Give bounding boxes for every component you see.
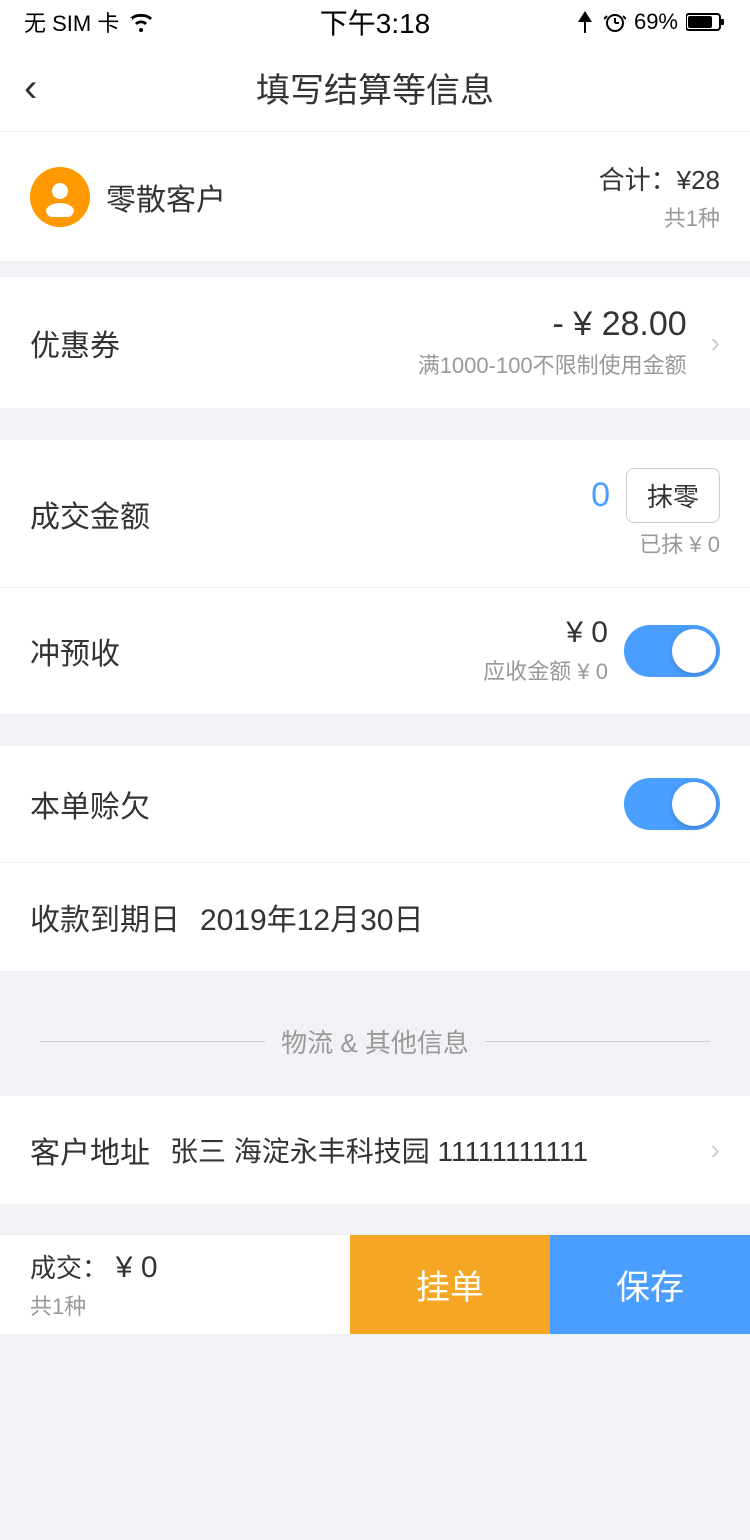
- due-date-label: 收款到期日: [30, 895, 180, 939]
- customer-left: 零散客户: [30, 167, 226, 227]
- due-date-row: 收款到期日 2019年12月30日: [0, 862, 750, 971]
- address-card: 客户地址 张三 海淀永丰科技园 11111111111 ›: [0, 1096, 750, 1204]
- coupon-row[interactable]: 优惠券 - ¥ 28.00 满1000-100不限制使用金额 ›: [0, 277, 750, 408]
- coupon-chevron-icon: ›: [711, 327, 720, 359]
- separator-2: [0, 730, 750, 746]
- coupon-desc: 满1000-100不限制使用金额: [418, 348, 687, 380]
- customer-name: 零散客户: [106, 175, 226, 219]
- customer-right: 合计：¥28 共1种: [599, 160, 720, 233]
- prepayment-sub: 应收金额 ¥ 0: [483, 654, 608, 686]
- coupon-discount: - ¥ 28.00: [418, 305, 687, 344]
- deal-amount-controls: 0 抹零: [591, 468, 720, 523]
- deal-sub: 已抹 ¥ 0: [591, 527, 720, 559]
- alarm-icon: [604, 11, 626, 33]
- deal-amount-value: 0: [591, 476, 610, 515]
- coupon-right: - ¥ 28.00 满1000-100不限制使用金额 ›: [418, 305, 720, 380]
- bottom-bar: 成交： ¥ 0 共1种 挂单 保存: [0, 1234, 750, 1334]
- prepayment-toggle[interactable]: [624, 625, 720, 677]
- bottom-count: 共1种: [30, 1289, 320, 1321]
- avatar-icon: [40, 177, 80, 217]
- avatar: [30, 167, 90, 227]
- address-row[interactable]: 客户地址 张三 海淀永丰科技园 11111111111 ›: [0, 1096, 750, 1204]
- bottom-deal-amount: ¥ 0: [116, 1251, 158, 1284]
- status-time: 下午3:18: [320, 2, 431, 42]
- back-button[interactable]: ‹: [24, 68, 37, 108]
- customer-row: 零散客户 合计：¥28 共1种: [0, 132, 750, 261]
- coupon-label: 优惠券: [30, 321, 150, 365]
- deal-amount-right: 0 抹零 已抹 ¥ 0: [591, 468, 720, 559]
- due-date-value: 2019年12月30日: [200, 895, 423, 939]
- prepayment-label: 冲预收: [30, 629, 150, 673]
- separator-1: [0, 424, 750, 440]
- prepayment-main: ¥ 0: [483, 616, 608, 650]
- save-button[interactable]: 保存: [550, 1235, 750, 1334]
- debit-card: 本单赊欠 收款到期日 2019年12月30日: [0, 746, 750, 971]
- status-left: 无 SIM 卡: [24, 6, 155, 38]
- bottom-info: 成交： ¥ 0 共1种: [0, 1235, 350, 1334]
- total-amount: 合计：¥28: [599, 160, 720, 197]
- debit-toggle[interactable]: [624, 778, 720, 830]
- bottom-deal-line: 成交： ¥ 0: [30, 1248, 320, 1285]
- separator-3: [0, 987, 750, 1003]
- location-icon: [574, 11, 596, 33]
- wifi-icon: [127, 12, 155, 32]
- status-bar: 无 SIM 卡 下午3:18 69%: [0, 0, 750, 44]
- deal-card: 成交金额 0 抹零 已抹 ¥ 0 冲预收 ¥ 0 应收金额 ¥ 0: [0, 440, 750, 714]
- round-button[interactable]: 抹零: [626, 468, 720, 523]
- address-label: 客户地址: [30, 1128, 150, 1172]
- prepayment-row: 冲预收 ¥ 0 应收金额 ¥ 0: [0, 587, 750, 714]
- total-count: 共1种: [599, 201, 720, 233]
- prepayment-amounts: ¥ 0 应收金额 ¥ 0: [483, 616, 608, 686]
- deal-amount-label: 成交金额: [30, 492, 150, 536]
- prepayment-right: ¥ 0 应收金额 ¥ 0: [483, 616, 720, 686]
- address-value: 张三 海淀永丰科技园 11111111111: [170, 1130, 703, 1170]
- bottom-deal-label: 成交：: [30, 1253, 108, 1283]
- address-chevron-icon: ›: [711, 1134, 720, 1166]
- no-sim-text: 无 SIM 卡: [24, 6, 119, 38]
- battery-icon: [686, 12, 726, 32]
- battery-text: 69%: [634, 9, 678, 35]
- coupon-card: 优惠券 - ¥ 28.00 满1000-100不限制使用金额 ›: [0, 277, 750, 408]
- debit-label: 本单赊欠: [30, 782, 150, 826]
- debit-row: 本单赊欠: [0, 746, 750, 862]
- logistics-label: 物流 & 其他信息: [281, 1023, 469, 1060]
- deal-amount-row: 成交金额 0 抹零 已抹 ¥ 0: [0, 440, 750, 587]
- section-header-line: 物流 & 其他信息: [0, 1023, 750, 1060]
- coupon-value: - ¥ 28.00 满1000-100不限制使用金额: [418, 305, 687, 380]
- separator-4: [0, 1080, 750, 1096]
- nav-title: 填写结算等信息: [256, 63, 494, 112]
- hang-button[interactable]: 挂单: [350, 1235, 550, 1334]
- nav-bar: ‹ 填写结算等信息: [0, 44, 750, 132]
- customer-card: 零散客户 合计：¥28 共1种: [0, 132, 750, 261]
- status-right: 69%: [574, 9, 726, 35]
- logistics-section-header: 物流 & 其他信息: [0, 1003, 750, 1080]
